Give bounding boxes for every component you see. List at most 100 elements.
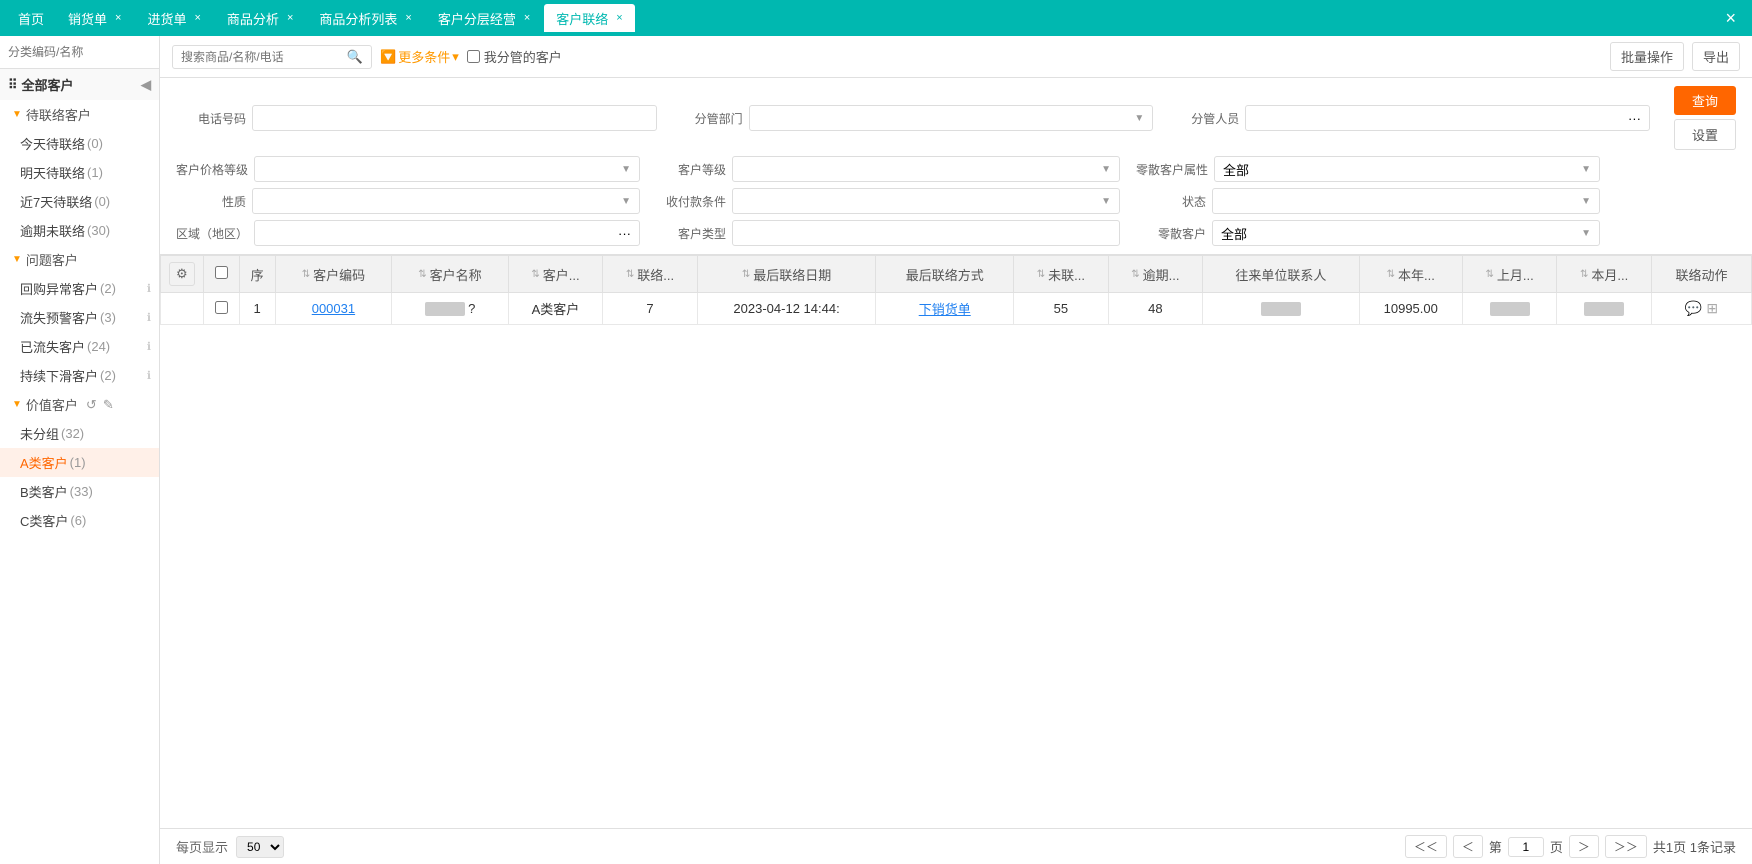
customer-type-input[interactable]: [732, 220, 1120, 246]
edit-icon[interactable]: ✎: [103, 397, 114, 413]
retail-attr-value: 全部: [1223, 160, 1249, 179]
next-page-btn[interactable]: ＞: [1569, 835, 1599, 858]
payment-select[interactable]: ▼: [732, 188, 1120, 214]
col-overdue[interactable]: ⇅ 逾期...: [1108, 256, 1203, 293]
close-product-analysis-list[interactable]: ×: [405, 12, 411, 24]
close-product-analysis[interactable]: ×: [287, 12, 293, 24]
retail-customer-select[interactable]: 全部 ▼: [1212, 220, 1600, 246]
sidebar-item-churn-warning[interactable]: 流失预警客户 (3) ℹ: [0, 303, 159, 332]
row-this-month: [1557, 293, 1652, 325]
grid-action-icon[interactable]: ⊞: [1706, 300, 1718, 317]
sort-icon-code: ⇅: [302, 269, 310, 280]
dept-select[interactable]: ▼: [749, 105, 1154, 131]
sidebar-item-today-pending[interactable]: 今天待联络 (0): [0, 129, 159, 158]
page-size-select[interactable]: 50: [236, 836, 284, 858]
info-icon-3[interactable]: ℹ: [147, 340, 151, 353]
setting-btn[interactable]: 设置: [1674, 119, 1736, 150]
close-purchase-order[interactable]: ×: [194, 12, 200, 24]
sidebar-item-churned[interactable]: 已流失客户 (24) ℹ: [0, 332, 159, 361]
col-contact[interactable]: ⇅ 联络...: [603, 256, 698, 293]
col-no-contact[interactable]: ⇅ 未联...: [1014, 256, 1109, 293]
col-last-method[interactable]: 最后联络方式: [876, 256, 1014, 293]
gear-btn[interactable]: ⚙: [169, 262, 195, 286]
row-last-method[interactable]: 下销货单: [876, 293, 1014, 325]
info-icon-2[interactable]: ℹ: [147, 311, 151, 324]
main-search-box[interactable]: 🔍: [172, 45, 372, 69]
sidebar-item-repurchase-abnormal[interactable]: 回购异常客户 (2) ℹ: [0, 274, 159, 303]
action-icons: 💬 ⊞: [1660, 300, 1743, 317]
prev-page-btn[interactable]: ＜: [1453, 835, 1483, 858]
my-customers-checkbox[interactable]: [467, 50, 480, 63]
col-this-month[interactable]: ⇅ 本月...: [1557, 256, 1652, 293]
export-btn[interactable]: 导出: [1692, 42, 1740, 71]
col-name[interactable]: ⇅ 客户名称: [392, 256, 509, 293]
tab-purchase-order[interactable]: 进货单 ×: [135, 4, 212, 32]
group-value-customers[interactable]: ▼ 价值客户 ↺ ✎: [0, 390, 159, 419]
query-btn[interactable]: 查询: [1674, 86, 1736, 115]
message-action-icon[interactable]: 💬: [1685, 300, 1702, 317]
close-all-tabs[interactable]: ×: [1717, 8, 1744, 28]
main-search-input[interactable]: [181, 50, 343, 64]
sidebar-collapse-btn[interactable]: ◀: [141, 77, 151, 93]
col-this-year[interactable]: ⇅ 本年...: [1359, 256, 1462, 293]
row-checkbox-cell[interactable]: [203, 293, 239, 325]
price-grade-select[interactable]: ▼: [254, 156, 640, 182]
data-table: ⚙ 序 ⇅ 客户编码: [160, 255, 1752, 325]
col-last-date[interactable]: ⇅ 最后联络日期: [697, 256, 876, 293]
sidebar-item-a-class[interactable]: A类客户 (1): [0, 448, 159, 477]
col-type[interactable]: ⇅ 客户...: [508, 256, 603, 293]
info-icon-1[interactable]: ℹ: [147, 282, 151, 295]
close-customer-contact[interactable]: ×: [616, 12, 622, 24]
close-customer-segment[interactable]: ×: [524, 12, 530, 24]
group-problem-customers[interactable]: ▼ 问题客户: [0, 245, 159, 274]
col-settings[interactable]: ⚙: [161, 256, 204, 293]
tab-customer-segment[interactable]: 客户分层经营 ×: [426, 4, 542, 32]
close-sales-order[interactable]: ×: [115, 12, 121, 24]
tab-sales-order[interactable]: 销货单 ×: [56, 4, 133, 32]
sidebar-item-unclassified[interactable]: 未分组 (32): [0, 419, 159, 448]
sidebar-item-tomorrow-pending[interactable]: 明天待联络 (1): [0, 158, 159, 187]
retail-attr-select[interactable]: 全部 ▼: [1214, 156, 1600, 182]
select-all-checkbox[interactable]: [215, 266, 228, 279]
region-select[interactable]: ···: [254, 220, 640, 246]
sidebar-item-week-pending[interactable]: 近7天待联络 (0): [0, 187, 159, 216]
tab-customer-contact[interactable]: 客户联络 ×: [544, 4, 634, 32]
row-type: A类客户: [508, 293, 603, 325]
group-pending-contact[interactable]: ▼ 待联络客户: [0, 100, 159, 129]
sidebar-item-declining[interactable]: 持续下滑客户 (2) ℹ: [0, 361, 159, 390]
info-icon-4[interactable]: ℹ: [147, 369, 151, 382]
col-last-month[interactable]: ⇅ 上月...: [1462, 256, 1557, 293]
my-customers-label[interactable]: 我分管的客户: [484, 47, 562, 66]
home-tab[interactable]: 首页: [8, 4, 54, 32]
last-month-redacted: [1490, 302, 1530, 316]
manager-select[interactable]: ···: [1245, 105, 1650, 131]
tab-product-analysis[interactable]: 商品分析 ×: [215, 4, 305, 32]
last-page-btn[interactable]: ＞＞: [1605, 835, 1647, 858]
page-number-input[interactable]: [1508, 837, 1544, 857]
customer-grade-select[interactable]: ▼: [732, 156, 1120, 182]
row-contact-person: [1203, 293, 1360, 325]
sort-icon-overdue: ⇅: [1131, 269, 1139, 280]
sidebar-item-b-class[interactable]: B类客户 (33): [0, 477, 159, 506]
all-customers-title[interactable]: ⠿ 全部客户 ◀: [0, 69, 159, 100]
row-code[interactable]: 000031: [275, 293, 392, 325]
status-select[interactable]: ▼: [1212, 188, 1600, 214]
main-search-icon[interactable]: 🔍: [347, 49, 363, 65]
row-settings-cell: [161, 293, 204, 325]
table-footer: 每页显示 50 ＜＜ ＜ 第 页 ＞ ＞＞ 共1页 1条记录: [160, 828, 1752, 864]
refresh-icon[interactable]: ↺: [86, 397, 97, 413]
sidebar-item-overdue-contact[interactable]: 逾期未联络 (30): [0, 216, 159, 245]
col-contact-person[interactable]: 往来单位联系人: [1203, 256, 1360, 293]
col-checkbox[interactable]: [203, 256, 239, 293]
col-code[interactable]: ⇅ 客户编码: [275, 256, 392, 293]
sidebar-item-c-class[interactable]: C类客户 (6): [0, 506, 159, 535]
first-page-btn[interactable]: ＜＜: [1405, 835, 1447, 858]
row-checkbox[interactable]: [215, 301, 228, 314]
triangle-icon2: ▼: [12, 254, 22, 265]
nature-select[interactable]: ▼: [252, 188, 640, 214]
batch-op-btn[interactable]: 批量操作: [1610, 42, 1684, 71]
more-filters-btn[interactable]: 🔽 更多条件 ▾: [380, 47, 459, 66]
tab-product-analysis-list[interactable]: 商品分析列表 ×: [307, 4, 423, 32]
sidebar-search-input[interactable]: [8, 45, 160, 59]
phone-input[interactable]: [252, 105, 657, 131]
